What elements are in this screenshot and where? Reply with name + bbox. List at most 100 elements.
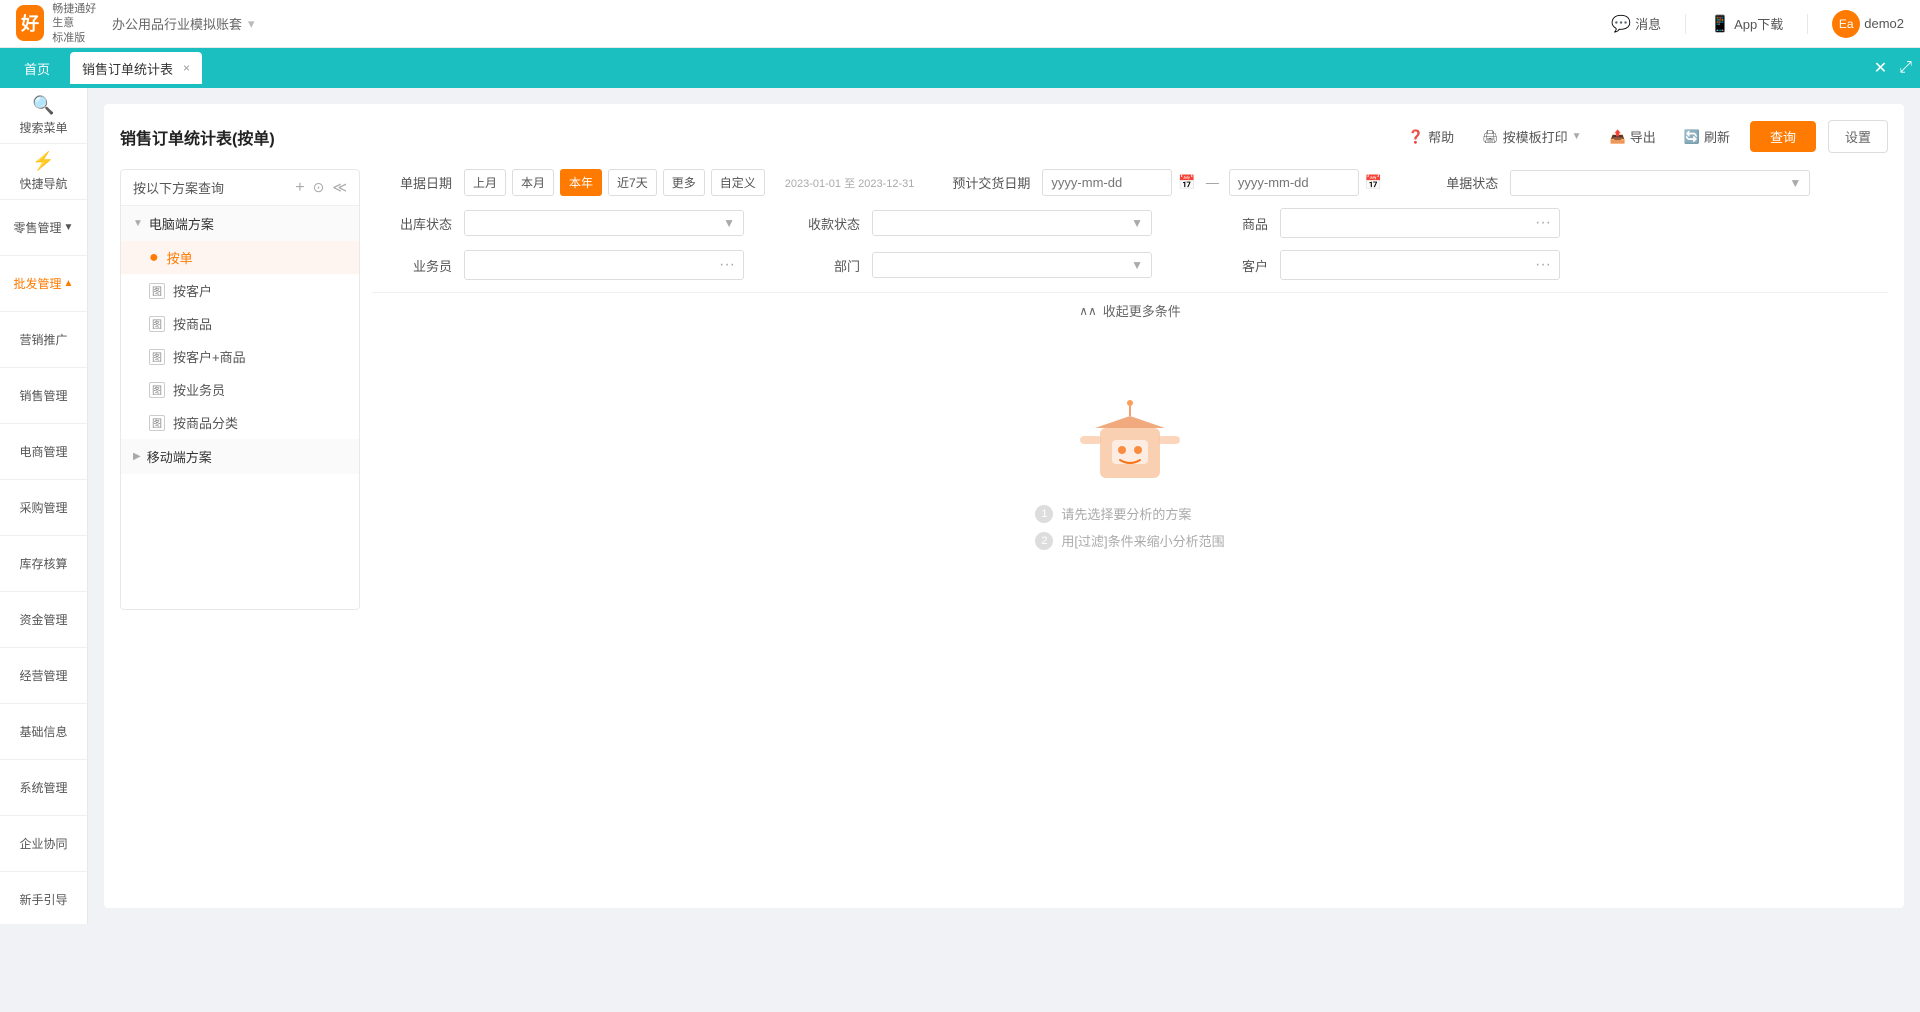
salesman-more-icon[interactable]: ··· [719,256,735,274]
sidebar-item-enterprise[interactable]: 企业协同 [0,816,87,872]
scheme-collapse-icon[interactable]: ≪ [332,179,347,197]
delivery-select[interactable]: ▼ [464,210,744,236]
customer-select[interactable]: ··· [1280,250,1560,280]
logo: 好 畅捷通好生意 标准版 [16,2,104,45]
export-button[interactable]: 📤 导出 [1602,123,1664,150]
sidebar-item-retail[interactable]: 零售管理 ▼ [0,200,87,256]
date-btn-last-month[interactable]: 上月 [464,169,506,196]
refresh-button[interactable]: 🔄 刷新 [1676,123,1738,150]
step-2-num: 2 [1035,532,1053,550]
scheme-group-pc[interactable]: ▼ 电脑端方案 [121,206,359,241]
window-expand-icon[interactable]: ⤢ [1899,59,1912,77]
payment-label: 收款状态 [780,214,860,233]
page-header: 销售订单统计表(按单) ❓ 帮助 🖨 按模板打印 ▼ 📤 导出 🔄 刷新 [120,120,1888,153]
empty-steps: 1 请先选择要分析的方案 2 用[过滤]条件来缩小分析范围 [1035,504,1224,550]
content-layout: 按以下方案查询 + ⊙ ≪ ▼ 电脑端方案 ● 按单 [120,169,1888,610]
filter-row-2: 出库状态 ▼ 收款状态 ▼ 商品 [372,208,1888,238]
customer-label: 客户 [1188,256,1268,275]
export-icon: 📤 [1610,129,1626,145]
message-button[interactable]: 💬 消息 [1611,14,1661,34]
tab-sales-order-stats[interactable]: 销售订单统计表 × [70,52,202,84]
retail-expand-icon: ▼ [64,222,74,233]
forecast-date-start[interactable] [1042,169,1172,196]
refresh-icon: 🔄 [1684,129,1700,145]
arrow-down-icon: ▼ [133,218,143,229]
date-btn-this-year[interactable]: 本年 [560,169,602,196]
logo-text: 畅捷通好生意 标准版 [52,2,104,45]
salesman-scheme-icon: 图 [149,382,165,398]
goods-select[interactable]: ··· [1280,208,1560,238]
help-button[interactable]: ❓ 帮助 [1400,123,1462,150]
quick-nav-icon: ⚡ [32,151,54,172]
print-button[interactable]: 🖨 按模板打印 ▼ [1474,123,1589,150]
date-btn-more[interactable]: 更多 [663,169,705,196]
tab-close-icon[interactable]: × [183,61,190,75]
sidebar-item-basic[interactable]: 基础信息 [0,704,87,760]
sidebar-item-inventory[interactable]: 库存核算 [0,536,87,592]
message-icon: 💬 [1611,14,1631,34]
help-icon: ❓ [1408,129,1424,145]
payment-select[interactable]: ▼ [872,210,1152,236]
breadcrumb-text[interactable]: 办公用品行业模拟账套 [112,14,242,33]
breadcrumb-arrow-icon[interactable]: ▾ [248,16,255,32]
forecast-date-end[interactable] [1229,169,1359,196]
topbar-actions: 💬 消息 📱 App下载 Ea demo2 [1611,10,1904,38]
sidebar-item-wholesale[interactable]: 批发管理 ▲ [0,256,87,312]
scheme-item-by-customer-goods[interactable]: 图 按客户+商品 [121,340,359,373]
sidebar-item-newbie[interactable]: 新手引导 [0,872,87,924]
scheme-header-label: 按以下方案查询 [133,178,224,197]
app-download-button[interactable]: 📱 App下载 [1710,14,1783,34]
sidebar-item-system[interactable]: 系统管理 [0,760,87,816]
main-content: 销售订单统计表(按单) ❓ 帮助 🖨 按模板打印 ▼ 📤 导出 🔄 刷新 [88,88,1920,924]
filter-area: 单据日期 上月 本月 本年 近7天 更多 自定义 2023-01-01 至 20… [372,169,1888,610]
customer-more-icon[interactable]: ··· [1535,256,1551,274]
scheme-item-by-salesman[interactable]: 图 按业务员 [121,373,359,406]
scheme-item-by-order[interactable]: ● 按单 [121,241,359,274]
scheme-item-by-goods[interactable]: 图 按商品 [121,307,359,340]
sidebar-item-quick-nav[interactable]: ⚡ 快捷导航 [0,144,87,200]
divider [1685,14,1686,34]
sidebar-item-sales[interactable]: 销售管理 [0,368,87,424]
page-title: 销售订单统计表(按单) [120,125,275,149]
sidebar-item-finance[interactable]: 资金管理 [0,592,87,648]
sidebar-item-operations[interactable]: 经营管理 [0,648,87,704]
tab-home[interactable]: 首页 [8,48,66,88]
dept-chev-icon: ▼ [1131,258,1143,272]
scheme-add-icon[interactable]: + [295,179,304,197]
query-button[interactable]: 查询 [1750,121,1816,152]
scheme-settings-icon[interactable]: ⊙ [313,179,325,197]
print-icon: 🖨 [1482,129,1499,145]
customer-scheme-icon: 图 [149,283,165,299]
calendar-start-icon[interactable]: 📅 [1178,174,1195,191]
empty-illustration [1070,388,1190,488]
search-icon: 🔍 [32,95,54,116]
goods-label: 商品 [1188,214,1268,233]
arrow-right-icon: ▶ [133,451,141,462]
status-select[interactable]: ▼ [1510,170,1810,196]
scheme-panel-header: 按以下方案查询 + ⊙ ≪ [121,170,359,206]
forecast-date-inputs: 📅 — 📅 [1042,169,1382,196]
window-close-icon[interactable]: ✕ [1874,58,1887,78]
dept-select[interactable]: ▼ [872,252,1152,278]
forecast-date-label: 预计交货日期 [950,173,1030,192]
empty-step-1: 1 请先选择要分析的方案 [1035,504,1224,523]
goods-more-icon[interactable]: ··· [1535,214,1551,232]
scheme-group-mobile[interactable]: ▶ 移动端方案 [121,439,359,474]
goods-category-scheme-icon: 图 [149,415,165,431]
date-btn-this-month[interactable]: 本月 [512,169,554,196]
tabbar: 首页 销售订单统计表 × ✕ ⤢ [0,48,1920,88]
sidebar-item-purchase[interactable]: 采购管理 [0,480,87,536]
scheme-item-by-customer[interactable]: 图 按客户 [121,274,359,307]
setting-button[interactable]: 设置 [1828,120,1888,153]
collapse-row[interactable]: ∧∧ 收起更多条件 [372,292,1888,328]
sidebar-item-marketing[interactable]: 营销推广 [0,312,87,368]
scheme-item-by-goods-category[interactable]: 图 按商品分类 [121,406,359,439]
date-buttons: 上月 本月 本年 近7天 更多 自定义 [464,169,765,196]
sidebar-item-ecommerce[interactable]: 电商管理 [0,424,87,480]
date-btn-custom[interactable]: 自定义 [711,169,765,196]
date-btn-7days[interactable]: 近7天 [608,169,657,196]
sidebar-item-search[interactable]: 🔍 搜索菜单 [0,88,87,144]
user-menu[interactable]: Ea demo2 [1832,10,1904,38]
salesman-select[interactable]: ··· [464,250,744,280]
calendar-end-icon[interactable]: 📅 [1365,174,1382,191]
